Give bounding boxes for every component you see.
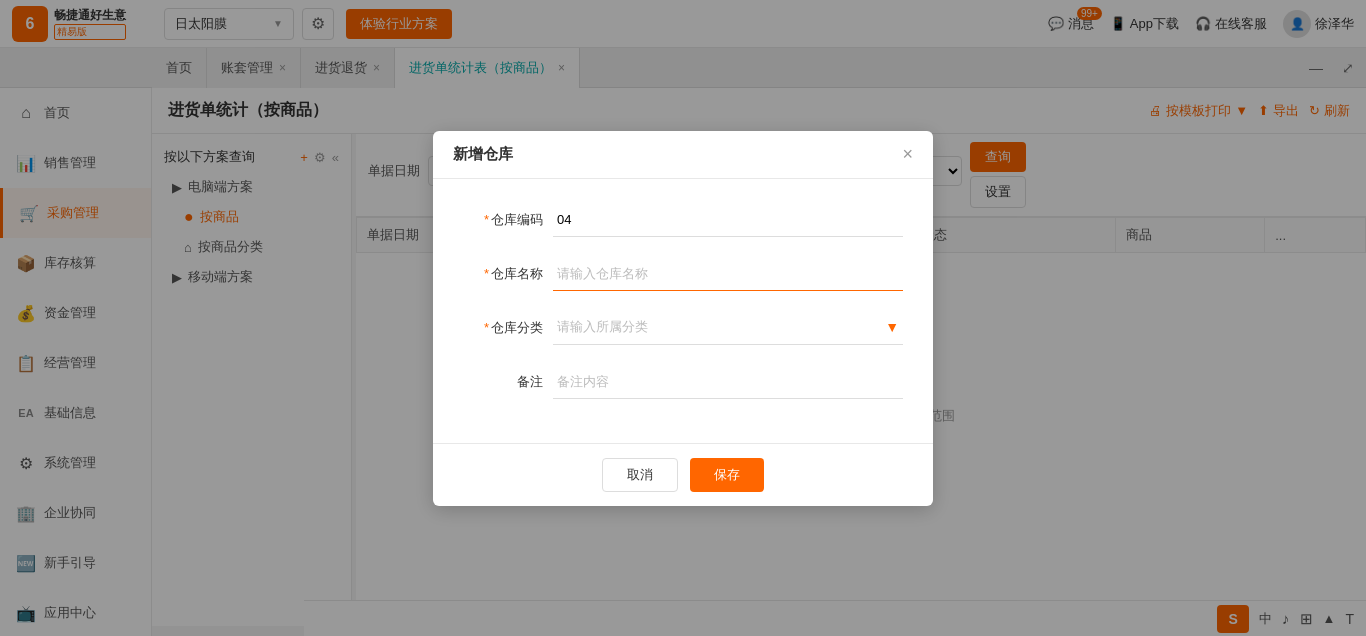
warehouse-code-row: 仓库编码 [463, 203, 903, 237]
warehouse-name-input[interactable] [553, 257, 903, 291]
warehouse-category-select[interactable]: 请输入所属分类 ▼ [553, 311, 903, 345]
new-warehouse-modal: 新增仓库 × 仓库编码 仓库名称 仓库分类 请输入所属分类 ▼ [433, 131, 933, 506]
modal-footer: 取消 保存 [433, 443, 933, 506]
modal-body: 仓库编码 仓库名称 仓库分类 请输入所属分类 ▼ 备注 [433, 179, 933, 443]
modal-title: 新增仓库 [453, 145, 513, 164]
cancel-button[interactable]: 取消 [602, 458, 678, 492]
warehouse-category-row: 仓库分类 请输入所属分类 ▼ [463, 311, 903, 345]
modal-close-button[interactable]: × [902, 145, 913, 163]
modal-header: 新增仓库 × [433, 131, 933, 179]
category-dropdown-arrow: ▼ [885, 319, 899, 335]
category-placeholder: 请输入所属分类 [557, 318, 648, 336]
modal-overlay: 新增仓库 × 仓库编码 仓库名称 仓库分类 请输入所属分类 ▼ [0, 0, 1366, 636]
warehouse-code-input[interactable] [553, 203, 903, 237]
warehouse-name-label: 仓库名称 [463, 265, 543, 283]
save-button[interactable]: 保存 [690, 458, 764, 492]
warehouse-name-row: 仓库名称 [463, 257, 903, 291]
warehouse-note-input[interactable] [553, 365, 903, 399]
warehouse-code-label: 仓库编码 [463, 211, 543, 229]
warehouse-category-label: 仓库分类 [463, 319, 543, 337]
warehouse-note-row: 备注 [463, 365, 903, 399]
warehouse-note-label: 备注 [463, 373, 543, 391]
